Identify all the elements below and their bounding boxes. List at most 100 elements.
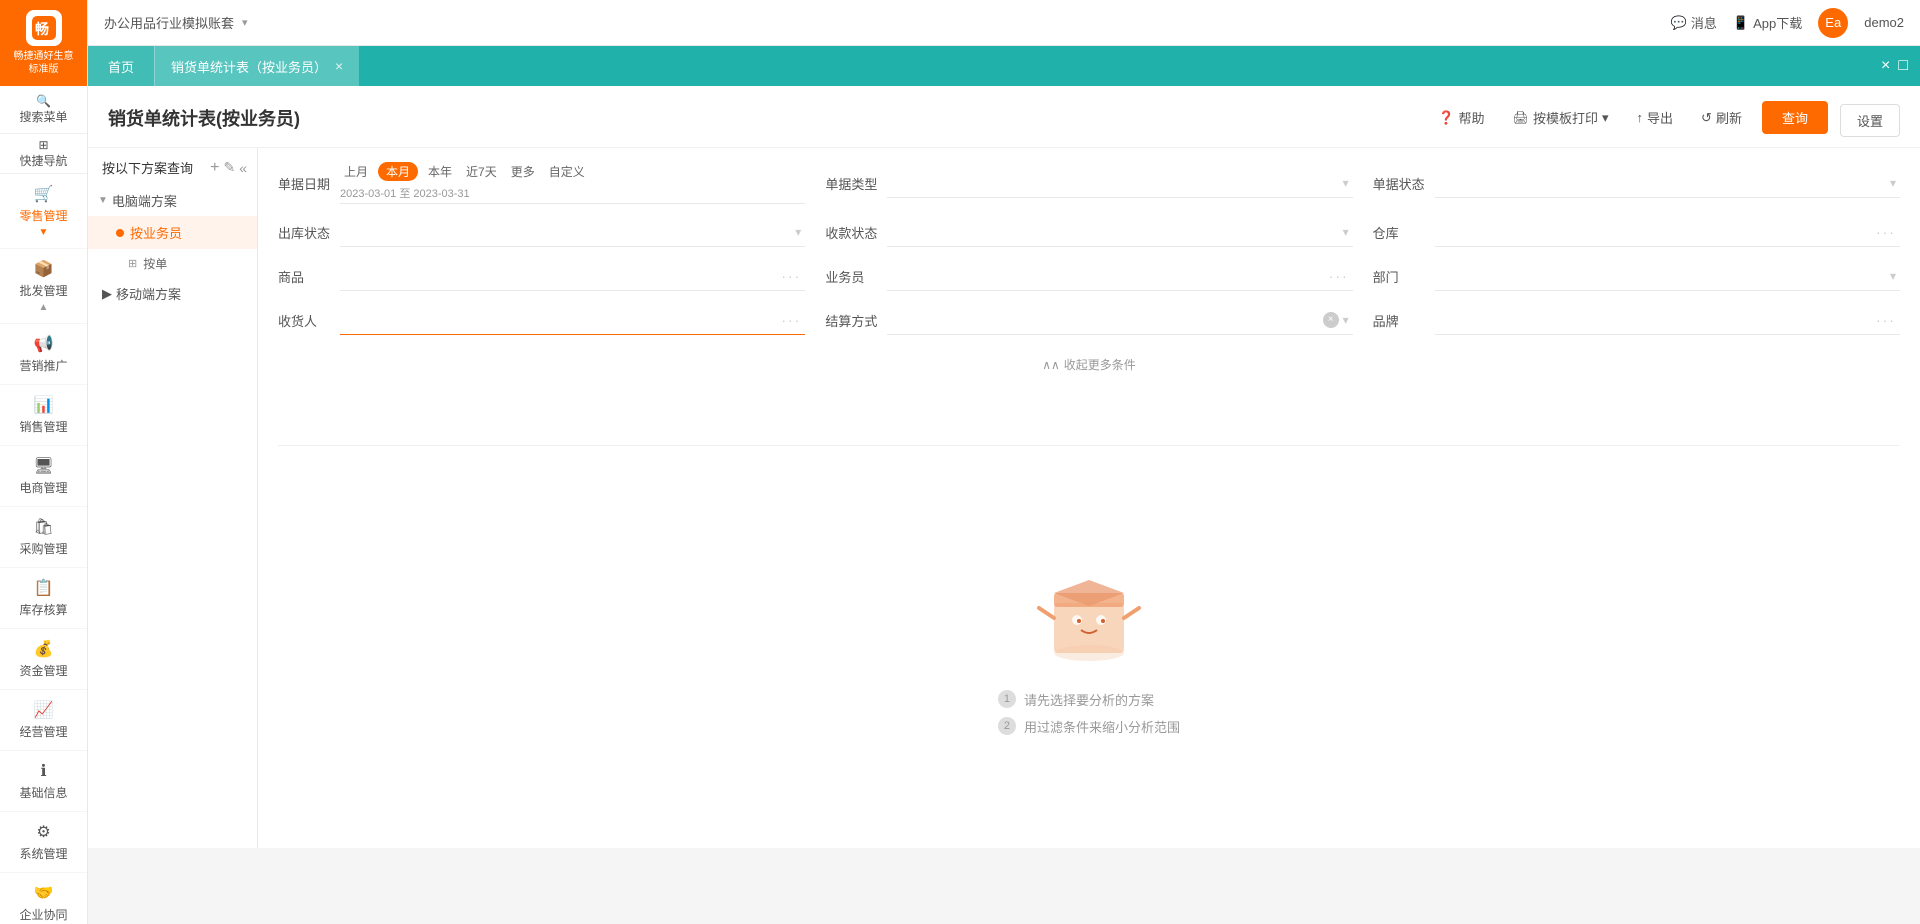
filter-warehouse: 仓库 ··· xyxy=(1373,216,1900,248)
system-label: 系统管理 xyxy=(19,845,67,862)
mobile-group-label: 移动端方案 xyxy=(116,284,181,303)
inventory-label: 库存核算 xyxy=(19,601,67,618)
help-button[interactable]: ❓ 帮助 xyxy=(1430,104,1492,131)
scheme-mobile-group-header[interactable]: ▶ 移动端方案 xyxy=(88,278,257,309)
date-tab-custom[interactable]: 自定义 xyxy=(545,162,589,181)
sidebar-search[interactable]: 🔍 搜索菜单 xyxy=(0,86,87,134)
empty-tips: 1 请先选择要分析的方案 2 用过滤条件来缩小分析范围 xyxy=(998,690,1180,736)
sidebar-item-system[interactable]: ⚙ 系统管理 xyxy=(0,812,87,873)
pay-method-clear[interactable]: × xyxy=(1323,312,1339,328)
ecommerce-icon: 🖥 xyxy=(33,456,53,476)
tab-sales-stat-label: 销货单统计表（按业务员） xyxy=(171,57,327,76)
scheme-header: 按以下方案查询 + ✎ « xyxy=(88,158,257,185)
tab-maximize-icon[interactable]: □ xyxy=(1898,57,1908,75)
scheme-pc-group-header[interactable]: ▼ 电脑端方案 xyxy=(88,185,257,216)
sidebar-item-retail[interactable]: 🛒 零售管理 ▼ xyxy=(0,174,87,249)
date-tab-this-month[interactable]: 本月 xyxy=(378,162,418,181)
sales-icon: 📊 xyxy=(34,395,54,415)
workspace-title: 办公用品行业模拟账套 xyxy=(104,13,234,32)
sidebar-item-finance[interactable]: 💰 资金管理 xyxy=(0,629,87,690)
query-button[interactable]: 查询 xyxy=(1762,101,1828,134)
pay-method-control[interactable]: × ▾ xyxy=(887,305,1352,335)
doc-status-arrow: ▾ xyxy=(1890,176,1896,190)
filter-panel: 单据日期 上月 本月 本年 近7天 更多 自定义 xyxy=(258,148,1920,445)
scheme-collapse-icon[interactable]: « xyxy=(239,160,247,176)
message-button[interactable]: 💬 消息 xyxy=(1671,13,1717,32)
date-tab-this-year[interactable]: 本年 xyxy=(424,162,456,181)
filter-row-3: 商品 ··· 业务员 ··· xyxy=(278,260,1900,292)
scheme-sub-by-order[interactable]: ⊞ 按单 xyxy=(88,249,257,278)
tab-minimize-icon[interactable]: × xyxy=(1881,57,1890,75)
date-tab-more[interactable]: 更多 xyxy=(507,162,539,181)
collect-status-control[interactable]: ▾ xyxy=(887,217,1352,247)
empty-state: 1 请先选择要分析的方案 2 用过滤条件来缩小分析范围 xyxy=(258,446,1920,849)
print-dropdown-icon: ▾ xyxy=(1602,110,1609,126)
tab-close-icon[interactable]: × xyxy=(335,58,343,74)
tip-text-2: 用过滤条件来缩小分析范围 xyxy=(1024,717,1180,736)
warehouse-dots: ··· xyxy=(1876,224,1896,240)
sidebar-item-marketing[interactable]: 📢 营销推广 xyxy=(0,324,87,385)
filter-staff: 业务员 ··· xyxy=(825,260,1352,292)
doc-type-control[interactable]: ▾ xyxy=(887,168,1352,198)
refresh-button[interactable]: ↺ 刷新 xyxy=(1693,104,1750,131)
main-panel: 销货单统计表(按业务员) ❓ 帮助 🖨 按模板打印 ▾ ↑ 导出 xyxy=(88,86,1920,848)
svg-text:畅: 畅 xyxy=(35,21,49,37)
finance-icon: 💰 xyxy=(34,639,54,659)
scheme-pc-group: ▼ 电脑端方案 按业务员 ⊞ 按单 xyxy=(88,185,257,278)
settings-button[interactable]: 设置 xyxy=(1840,104,1900,137)
sidebar-logo[interactable]: 畅 畅捷通好生意 标准版 xyxy=(0,0,87,86)
date-tab-last-7[interactable]: 近7天 xyxy=(462,162,501,181)
tab-home-label: 首页 xyxy=(108,57,134,76)
goods-control[interactable]: ··· xyxy=(340,261,805,291)
doc-status-control[interactable]: ▾ xyxy=(1435,168,1900,198)
doc-type-label: 单据类型 xyxy=(825,174,879,193)
sidebar-item-basic-info[interactable]: ℹ 基础信息 xyxy=(0,751,87,812)
export-icon: ↑ xyxy=(1637,110,1644,125)
print-button[interactable]: 🖨 按模板打印 ▾ xyxy=(1504,104,1616,131)
scheme-edit-icon[interactable]: ✎ xyxy=(223,159,235,176)
message-icon: 💬 xyxy=(1671,15,1687,31)
brand-label: 品牌 xyxy=(1373,311,1427,330)
scheme-by-staff-label: 按业务员 xyxy=(130,223,182,242)
sidebar-item-wholesale[interactable]: 📦 批发管理 ▲ xyxy=(0,249,87,324)
tip-num-2: 2 xyxy=(998,717,1016,735)
page-title-bar: 销货单统计表(按业务员) ❓ 帮助 🖨 按模板打印 ▾ ↑ 导出 xyxy=(88,86,1920,148)
basic-info-icon: ℹ xyxy=(40,761,46,781)
dept-control[interactable]: ▾ xyxy=(1435,261,1900,291)
out-status-control[interactable]: ▾ xyxy=(340,217,805,247)
sidebar-item-collab[interactable]: 🤝 企业协同 xyxy=(0,873,87,924)
sidebar-item-inventory[interactable]: 📋 库存核算 xyxy=(0,568,87,629)
retail-expand-icon: ▼ xyxy=(39,227,49,238)
refresh-label: 刷新 xyxy=(1716,108,1742,127)
date-range-value[interactable]: 2023-03-01 至 2023-03-31 xyxy=(340,185,805,204)
filter-receiver: 收货人 ··· xyxy=(278,304,805,336)
top-header-right: 💬 消息 📱 App下载 Ea demo2 xyxy=(1671,8,1904,38)
tab-sales-stat[interactable]: 销货单统计表（按业务员） × xyxy=(154,46,359,86)
collapse-bar[interactable]: ∧∧ 收起更多条件 xyxy=(278,348,1900,385)
receiver-control[interactable]: ··· xyxy=(340,305,805,335)
export-button[interactable]: ↑ 导出 xyxy=(1629,104,1682,131)
app-download-button[interactable]: 📱 App下载 xyxy=(1733,13,1802,32)
user-avatar[interactable]: Ea xyxy=(1818,8,1848,38)
page-content: 销货单统计表(按业务员) ❓ 帮助 🖨 按模板打印 ▾ ↑ 导出 xyxy=(88,86,1920,924)
sidebar-item-sales[interactable]: 📊 销售管理 xyxy=(0,385,87,446)
filter-row-4: 收货人 ··· 结算方式 × xyxy=(278,304,1900,336)
tab-home[interactable]: 首页 xyxy=(88,46,154,86)
sidebar-item-business[interactable]: 📈 经营管理 xyxy=(0,690,87,751)
pc-group-arrow: ▼ xyxy=(98,195,108,206)
sales-label: 销售管理 xyxy=(19,418,67,435)
warehouse-control[interactable]: ··· xyxy=(1435,217,1900,247)
mobile-group-arrow: ▶ xyxy=(102,286,112,302)
scheme-add-icon[interactable]: + xyxy=(210,159,219,177)
app-download-label: App下载 xyxy=(1753,13,1802,32)
date-tab-last-month[interactable]: 上月 xyxy=(340,162,372,181)
brand-control[interactable]: ··· xyxy=(1435,305,1900,335)
sidebar-item-purchase[interactable]: 🛍 采购管理 xyxy=(0,507,87,568)
workspace-dropdown-icon[interactable]: ▾ xyxy=(242,16,248,29)
sidebar-quick-nav[interactable]: ⊞ 快捷导航 xyxy=(0,134,87,174)
staff-control[interactable]: ··· xyxy=(887,261,1352,291)
collab-icon: 🤝 xyxy=(34,883,54,903)
scheme-item-by-staff[interactable]: 按业务员 xyxy=(88,216,257,249)
sidebar-item-ecommerce[interactable]: 🖥 电商管理 xyxy=(0,446,87,507)
filter-out-status: 出库状态 ▾ xyxy=(278,216,805,248)
